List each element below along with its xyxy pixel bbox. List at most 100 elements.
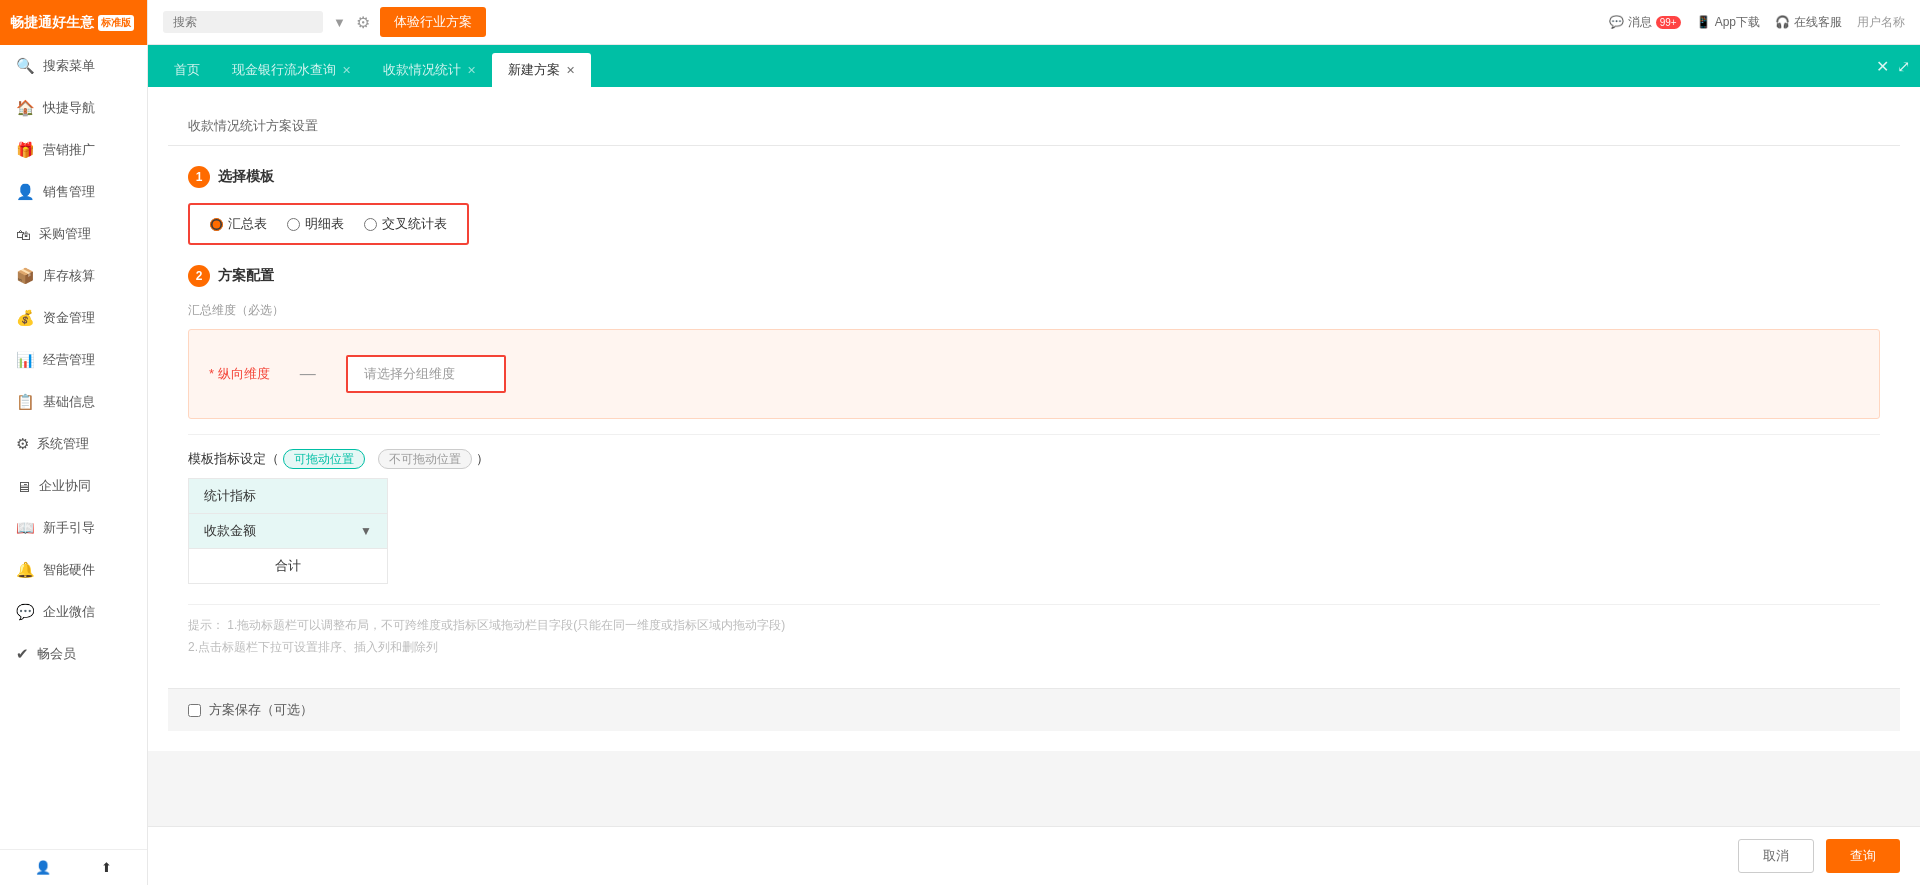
tab-label-bank-flow: 现金银行流水查询 <box>232 61 336 79</box>
step2-section: 2 方案配置 汇总维度（必选） * 纵向维度 — 请选择分组维度 <box>188 265 1880 668</box>
sidebar-item-quick-nav[interactable]: 🏠快捷导航 <box>0 87 147 129</box>
save-checkbox[interactable] <box>188 704 201 717</box>
tab-home[interactable]: 首页 <box>158 53 216 87</box>
hint-text-2: 2.点击标题栏下拉可设置排序、插入列和删除列 <box>188 637 1880 659</box>
radio-detail[interactable]: 明细表 <box>287 215 344 233</box>
sidebar-item-guide[interactable]: 📖新手引导 <box>0 507 147 549</box>
hint-text-1: 提示： 1.拖动标题栏可以调整布局，不可跨维度或指标区域拖动栏目字段(只能在同一… <box>188 615 1880 637</box>
tab-receipt-stat[interactable]: 收款情况统计 ✕ <box>367 53 492 87</box>
step2-header: 2 方案配置 <box>188 265 1880 287</box>
page-title: 收款情况统计方案设置 <box>188 118 318 133</box>
sidebar-icon-cooperation: 🖥 <box>16 478 31 495</box>
sidebar-icon-finance: 💰 <box>16 309 35 327</box>
sidebar-item-wechat[interactable]: 💬企业微信 <box>0 591 147 633</box>
message-area[interactable]: 💬 消息 99+ <box>1609 14 1681 31</box>
sidebar-label-search-menu: 搜索菜单 <box>43 57 95 75</box>
dropdown-icon[interactable]: ▼ <box>333 15 346 30</box>
step2-number: 2 <box>188 265 210 287</box>
sidebar-label-marketing: 营销推广 <box>43 141 95 159</box>
service-label: 在线客服 <box>1794 14 1842 31</box>
sidebar-bottom: 👤 ⬆ <box>0 849 147 885</box>
vertical-dimension-label: * 纵向维度 <box>209 365 270 383</box>
sidebar-item-marketing[interactable]: 🎁 营销推广 <box>0 129 147 171</box>
radio-cross-label: 交叉统计表 <box>382 215 447 233</box>
sidebar-item-purchase[interactable]: 🛍 采购管理 <box>0 213 147 255</box>
radio-cross[interactable]: 交叉统计表 <box>364 215 447 233</box>
expand-icon[interactable]: ⤢ <box>1897 57 1910 76</box>
search-input[interactable] <box>163 11 323 33</box>
close-all-icon[interactable]: ✕ <box>1876 57 1889 76</box>
radio-summary-label: 汇总表 <box>228 215 267 233</box>
metrics-section: 模板指标设定（ 可拖动位置 不可拖动位置 ） 统计指标 <box>188 450 1880 584</box>
sidebar-item-member[interactable]: ✔畅会员 <box>0 633 147 675</box>
sidebar-label-purchase: 采购管理 <box>39 225 91 243</box>
tabs-controls: ✕ ⤢ <box>1876 57 1910 76</box>
industry-btn[interactable]: 体验行业方案 <box>380 7 486 37</box>
radio-detail-input[interactable] <box>287 218 300 231</box>
download-area[interactable]: 📱 App下载 <box>1696 14 1760 31</box>
form-area: 收款情况统计方案设置 1 选择模板 汇总表 <box>148 87 1920 751</box>
sidebar-icon-operation: 📊 <box>16 351 35 369</box>
step1-title: 选择模板 <box>218 168 274 186</box>
sidebar-label-cooperation: 企业协同 <box>39 477 91 495</box>
step2-title: 方案配置 <box>218 267 274 285</box>
tab-label-home: 首页 <box>174 61 200 79</box>
metrics-column-header[interactable]: 收款金额 ▼ <box>189 514 387 549</box>
radio-summary-input[interactable] <box>210 218 223 231</box>
template-options-box: 汇总表 明细表 交叉统计表 <box>188 203 469 245</box>
sidebar-item-system[interactable]: ⚙系统管理 <box>0 423 147 465</box>
tab-new-plan[interactable]: 新建方案 ✕ <box>492 53 591 87</box>
cancel-button[interactable]: 取消 <box>1738 839 1814 873</box>
dimension-box: * 纵向维度 — 请选择分组维度 <box>188 329 1880 419</box>
tab-label-receipt-stat: 收款情况统计 <box>383 61 461 79</box>
radio-detail-label: 明细表 <box>305 215 344 233</box>
settings-icon[interactable]: ⚙ <box>356 13 370 32</box>
sidebar-item-sales[interactable]: 👤销售管理 <box>0 171 147 213</box>
tab-bank-flow[interactable]: 现金银行流水查询 ✕ <box>216 53 367 87</box>
sidebar: 畅捷通好生意 标准版 🔍 搜索菜单 🏠快捷导航 🎁 营销推广 👤销售管理 🛍 采购管理 📦库存核… <box>0 0 148 885</box>
sidebar-item-finance[interactable]: 💰 资金管理 <box>0 297 147 339</box>
footer-bar: 取消 查询 <box>148 826 1920 885</box>
radio-summary[interactable]: 汇总表 <box>210 215 267 233</box>
metrics-label: 模板指标设定（ 可拖动位置 不可拖动位置 ） <box>188 450 489 468</box>
sidebar-item-inventory[interactable]: 📦库存核算 <box>0 255 147 297</box>
save-section: 方案保存（可选） <box>168 688 1900 731</box>
metrics-total-cell: 合计 <box>189 549 387 583</box>
sidebar-item-hardware[interactable]: 🔔智能硬件 <box>0 549 147 591</box>
sidebar-item-search-menu[interactable]: 🔍 搜索菜单 <box>0 45 147 87</box>
content-area: 收款情况统计方案设置 1 选择模板 汇总表 <box>148 87 1920 826</box>
message-badge: 99+ <box>1656 16 1681 29</box>
radio-cross-input[interactable] <box>364 218 377 231</box>
divider1 <box>188 434 1880 435</box>
query-button[interactable]: 查询 <box>1826 839 1900 873</box>
sidebar-icon-system: ⚙ <box>16 435 29 453</box>
sidebar-label-guide: 新手引导 <box>43 519 95 537</box>
user-name[interactable]: 用户名称 <box>1857 14 1905 31</box>
metrics-table: 统计指标 收款金额 ▼ 合计 <box>188 478 388 584</box>
sidebar-label-basic-info: 基础信息 <box>43 393 95 411</box>
sidebar-icon-search-menu: 🔍 <box>16 57 35 75</box>
sidebar-icon-inventory: 📦 <box>16 267 35 285</box>
tab-close-bank-flow[interactable]: ✕ <box>342 64 351 77</box>
metrics-table-header: 统计指标 <box>189 479 387 514</box>
sidebar-label-wechat: 企业微信 <box>43 603 95 621</box>
tab-label-new-plan: 新建方案 <box>508 61 560 79</box>
dimension-select[interactable]: 请选择分组维度 <box>346 355 506 393</box>
sidebar-label-finance: 资金管理 <box>43 309 95 327</box>
topbar-left: ▼ ⚙ 体验行业方案 <box>163 7 486 37</box>
service-area[interactable]: 🎧 在线客服 <box>1775 14 1842 31</box>
tab-close-new-plan[interactable]: ✕ <box>566 64 575 77</box>
tab-close-receipt-stat[interactable]: ✕ <box>467 64 476 77</box>
draggable-badge: 可拖动位置 <box>283 449 365 469</box>
sidebar-item-operation[interactable]: 📊经营管理 <box>0 339 147 381</box>
sidebar-label-sales: 销售管理 <box>43 183 95 201</box>
download-icon: 📱 <box>1696 15 1711 29</box>
sidebar-icon-quick-nav: 🏠 <box>16 99 35 117</box>
sidebar-item-cooperation[interactable]: 🖥 企业协同 <box>0 465 147 507</box>
save-label: 方案保存（可选） <box>209 701 313 719</box>
sidebar-item-basic-info[interactable]: 📋基础信息 <box>0 381 147 423</box>
sidebar-icon-marketing: 🎁 <box>16 141 35 159</box>
column-chevron-icon: ▼ <box>360 524 372 538</box>
sidebar-icon-purchase: 🛍 <box>16 226 31 243</box>
sidebar-logo: 畅捷通好生意 标准版 <box>0 0 147 45</box>
